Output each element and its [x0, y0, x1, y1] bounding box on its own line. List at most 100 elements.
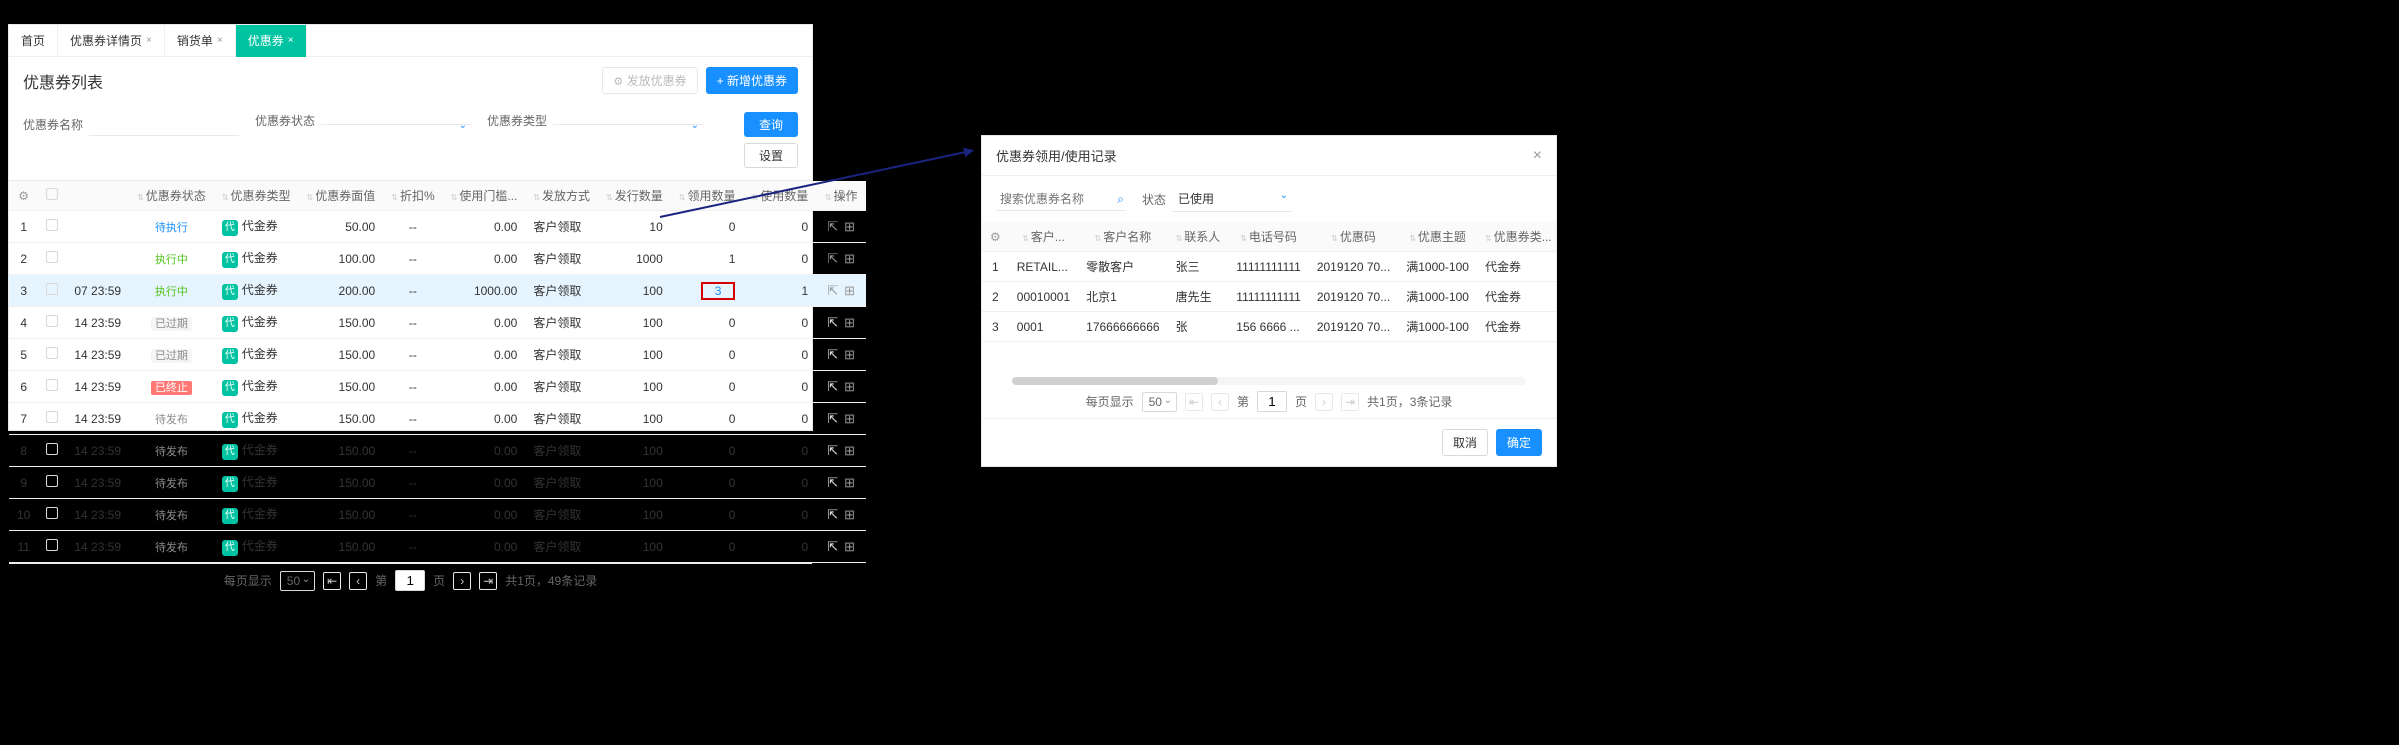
table-row[interactable]: 10 14 23:59 待发布 代代金券 150.00 -- 0.00 客户领取…: [9, 499, 866, 531]
table-row[interactable]: 6 14 23:59 已终止 代代金券 150.00 -- 0.00 客户领取 …: [9, 371, 866, 403]
qrcode-icon[interactable]: ⊞: [844, 475, 855, 490]
column-header[interactable]: [38, 181, 66, 211]
table-row[interactable]: 4 14 23:59 已过期 代代金券 150.00 -- 0.00 客户领取 …: [9, 307, 866, 339]
sort-icon[interactable]: ⇅: [606, 193, 613, 202]
close-icon[interactable]: ×: [1533, 147, 1542, 165]
prev-page-button[interactable]: ‹: [349, 572, 367, 590]
column-header[interactable]: ⇅优惠码: [1309, 222, 1398, 252]
table-row[interactable]: 5 14 23:59 已过期 代代金券 150.00 -- 0.00 客户领取 …: [9, 339, 866, 371]
search-icon[interactable]: ⌕: [1117, 192, 1124, 207]
qrcode-icon[interactable]: ⊞: [844, 539, 855, 554]
next-page-button[interactable]: ›: [453, 572, 471, 590]
column-header[interactable]: ⇅客户...: [1009, 222, 1078, 252]
sort-icon[interactable]: ⇅: [1240, 234, 1247, 243]
column-header[interactable]: ⚙: [982, 222, 1009, 252]
dialog-state-select[interactable]: 已使用⌄: [1172, 186, 1292, 212]
qrcode-icon[interactable]: ⊞: [844, 219, 855, 234]
checkbox-all[interactable]: [46, 188, 58, 200]
sort-icon[interactable]: ⇅: [533, 193, 540, 202]
sort-icon[interactable]: ⇅: [1485, 234, 1492, 243]
table-row[interactable]: 2 00010001 北京1 唐先生 11111111111 2019120 7…: [982, 282, 1556, 312]
qrcode-icon[interactable]: ⊞: [844, 251, 855, 266]
column-header[interactable]: ⇅优惠券状态: [129, 181, 214, 211]
table-row[interactable]: 9 14 23:59 待发布 代代金券 150.00 -- 0.00 客户领取 …: [9, 467, 866, 499]
row-checkbox[interactable]: [46, 219, 58, 231]
add-coupon-button[interactable]: + 新增优惠券: [706, 67, 798, 94]
gear-icon[interactable]: ⚙: [18, 189, 29, 203]
table-row[interactable]: 7 14 23:59 待发布 代代金券 150.00 -- 0.00 客户领取 …: [9, 403, 866, 435]
cancel-button[interactable]: 取消: [1442, 429, 1488, 456]
sort-icon[interactable]: ⇅: [391, 193, 398, 202]
sort-icon[interactable]: ⇅: [1409, 234, 1416, 243]
sort-icon[interactable]: ⇅: [825, 193, 832, 202]
filter-name-input[interactable]: [89, 112, 239, 136]
row-checkbox[interactable]: [46, 443, 58, 455]
row-checkbox[interactable]: [46, 347, 58, 359]
horizontal-scrollbar[interactable]: [1012, 377, 1526, 385]
search-button[interactable]: 查询: [744, 112, 798, 137]
received-count-link[interactable]: 3: [701, 282, 736, 300]
share-icon[interactable]: ⇱: [827, 251, 838, 266]
column-header[interactable]: ⚙: [9, 181, 38, 211]
table-row[interactable]: 3 07 23:59 执行中 代代金券 200.00 -- 1000.00 客户…: [9, 275, 866, 307]
column-header[interactable]: ⇅电话号码: [1228, 222, 1309, 252]
table-row[interactable]: 8 14 23:59 待发布 代代金券 150.00 -- 0.00 客户领取 …: [9, 435, 866, 467]
qrcode-icon[interactable]: ⊞: [844, 411, 855, 426]
confirm-button[interactable]: 确定: [1496, 429, 1542, 456]
sort-icon[interactable]: ⇅: [137, 193, 144, 202]
first-page-button[interactable]: ⇤: [1185, 393, 1203, 411]
row-checkbox[interactable]: [46, 411, 58, 423]
sort-icon[interactable]: ⇅: [679, 193, 686, 202]
qrcode-icon[interactable]: ⊞: [844, 443, 855, 458]
column-header[interactable]: ⇅优惠券类型: [214, 181, 299, 211]
last-page-button[interactable]: ⇥: [1341, 393, 1359, 411]
row-checkbox[interactable]: [46, 251, 58, 263]
table-row[interactable]: 3 0001 17666666666 张 156 6666 ... 201912…: [982, 312, 1556, 342]
row-checkbox[interactable]: [46, 475, 58, 487]
sort-icon[interactable]: ⇅: [451, 193, 458, 202]
per-page-select[interactable]: 50⌄: [280, 571, 315, 591]
filter-type-select[interactable]: ⌄: [553, 116, 703, 125]
tab-item[interactable]: 优惠券详情页×: [58, 25, 165, 57]
row-checkbox[interactable]: [46, 283, 58, 295]
prev-page-button[interactable]: ‹: [1211, 393, 1229, 411]
column-header[interactable]: ⇅使用门槛...: [443, 181, 526, 211]
sort-icon[interactable]: ⇅: [1331, 234, 1338, 243]
table-row[interactable]: 1 RETAIL... 零散客户 张三 11111111111 2019120 …: [982, 252, 1556, 282]
column-header[interactable]: ⇅发放方式: [525, 181, 598, 211]
column-header[interactable]: ⇅操作: [816, 181, 866, 211]
last-page-button[interactable]: ⇥: [479, 572, 497, 590]
column-header[interactable]: ⇅客户名称: [1078, 222, 1167, 252]
table-row[interactable]: 1 待执行 代代金券 50.00 -- 0.00 客户领取 10 0 0 ⇱⊞: [9, 211, 866, 243]
row-checkbox[interactable]: [46, 315, 58, 327]
table-row[interactable]: 2 执行中 代代金券 100.00 -- 0.00 客户领取 1000 1 0 …: [9, 243, 866, 275]
share-icon[interactable]: ⇱: [827, 283, 838, 298]
dialog-search-input[interactable]: [996, 188, 1126, 210]
close-icon[interactable]: ×: [288, 35, 294, 46]
sort-icon[interactable]: ⇅: [1095, 234, 1102, 243]
column-header[interactable]: ⇅优惠券面值: [299, 181, 384, 211]
sort-icon[interactable]: ⇅: [222, 193, 229, 202]
filter-status-select[interactable]: ⌄: [321, 116, 471, 125]
qrcode-icon[interactable]: ⊞: [844, 379, 855, 394]
column-header[interactable]: [66, 181, 129, 211]
first-page-button[interactable]: ⇤: [323, 572, 341, 590]
table-row[interactable]: 11 14 23:59 待发布 代代金券 150.00 -- 0.00 客户领取…: [9, 531, 866, 563]
page-input[interactable]: [1257, 391, 1287, 412]
row-checkbox[interactable]: [46, 379, 58, 391]
gear-icon[interactable]: ⚙: [990, 230, 1001, 244]
row-checkbox[interactable]: [46, 507, 58, 519]
tab-item[interactable]: 首页: [9, 25, 58, 57]
column-header[interactable]: ⇅发行数量: [598, 181, 671, 211]
qrcode-icon[interactable]: ⊞: [844, 315, 855, 330]
column-header[interactable]: ⇅联系人: [1168, 222, 1229, 252]
next-page-button[interactable]: ›: [1315, 393, 1333, 411]
qrcode-icon[interactable]: ⊞: [844, 507, 855, 522]
qrcode-icon[interactable]: ⊞: [844, 283, 855, 298]
page-input[interactable]: [395, 570, 425, 591]
sort-icon[interactable]: ⇅: [1022, 234, 1029, 243]
column-header[interactable]: ⇅优惠券类...: [1477, 222, 1556, 252]
share-icon[interactable]: ⇱: [827, 219, 838, 234]
row-checkbox[interactable]: [46, 539, 58, 551]
qrcode-icon[interactable]: ⊞: [844, 347, 855, 362]
